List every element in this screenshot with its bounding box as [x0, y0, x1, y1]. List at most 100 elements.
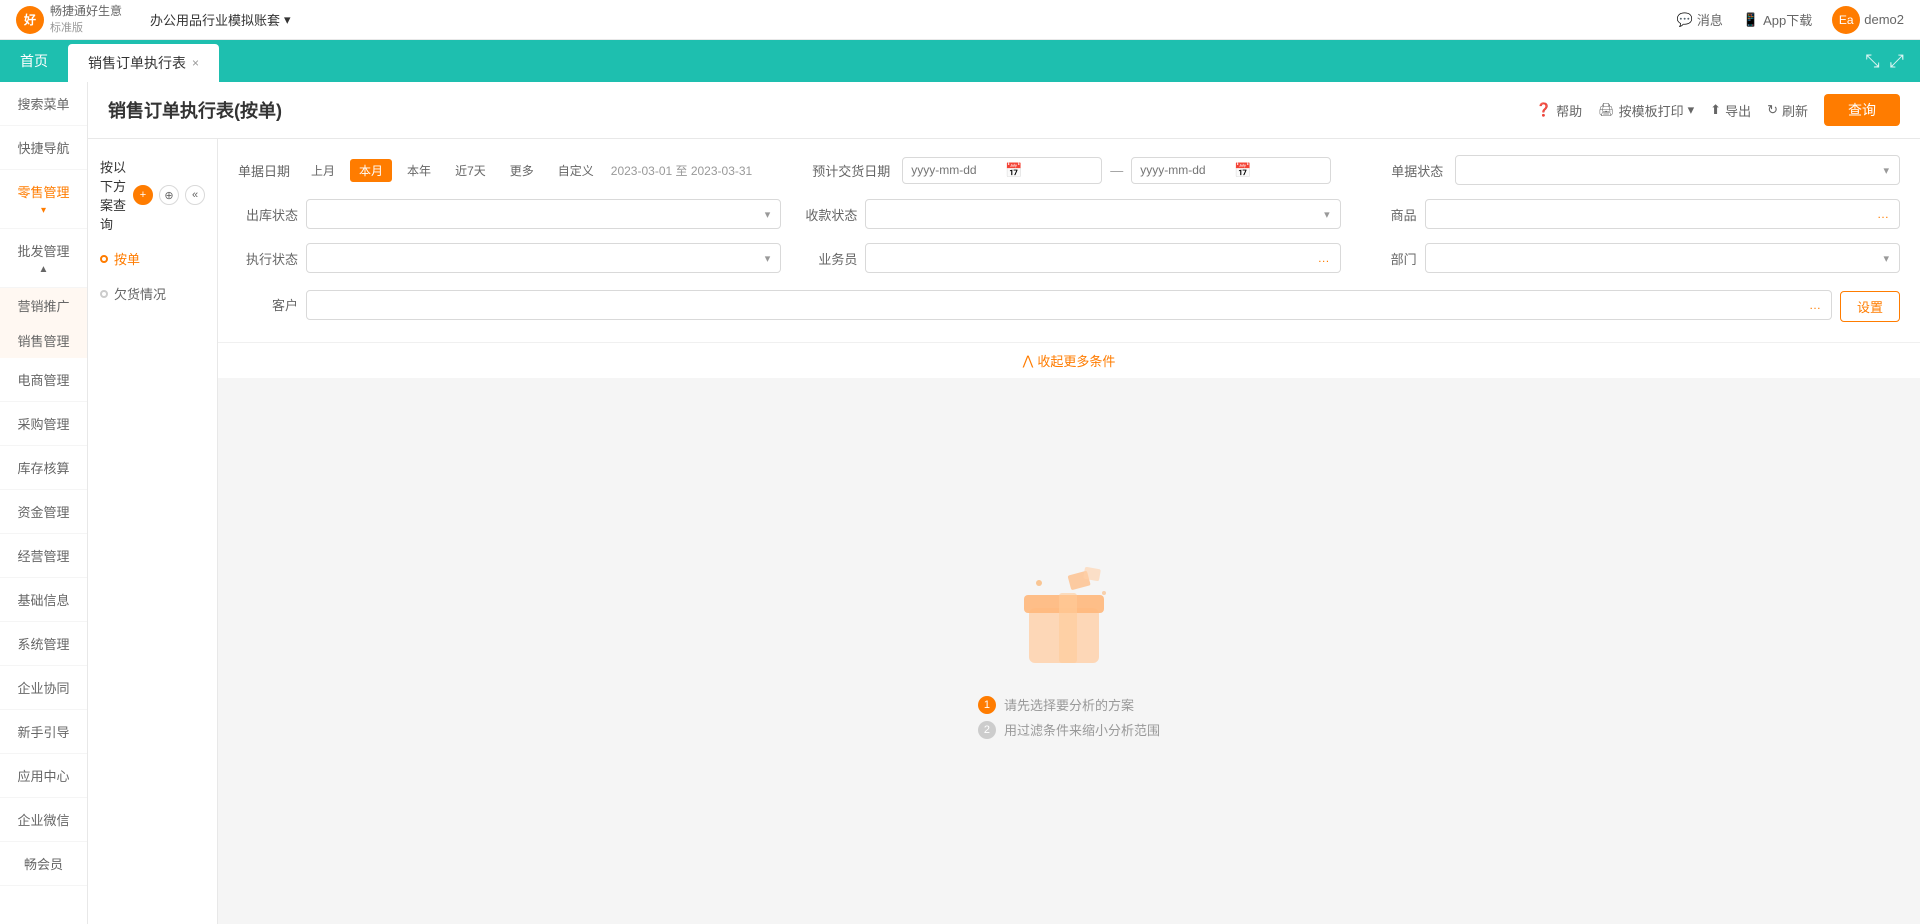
salesperson-more-icon[interactable]: … — [1318, 251, 1330, 265]
calendar-end-icon[interactable]: 📅 — [1234, 162, 1251, 179]
department-select[interactable]: ▾ — [1425, 243, 1900, 273]
calendar-start-icon[interactable]: 📅 — [1005, 162, 1022, 179]
inventory-label: 库存核算 — [0, 458, 87, 477]
template-print-label: 按模板打印 — [1619, 101, 1684, 120]
status-select[interactable]: ▾ — [1455, 155, 1900, 185]
outbound-select[interactable]: ▾ — [306, 199, 781, 229]
wholesale-label: 批发管理 — [0, 241, 87, 260]
left-plan-panel: 按以下方案查询 + ⊕ « 按单 欠货情况 — [88, 139, 218, 924]
tab-home[interactable]: 首页 — [0, 40, 68, 82]
sidebar-item-member[interactable]: 畅会员 — [0, 842, 87, 886]
sidebar-item-quick-nav[interactable]: 快捷导航 — [0, 126, 87, 170]
sidebar-item-apps[interactable]: 应用中心 — [0, 754, 87, 798]
page-title: 销售订单执行表(按单) — [108, 97, 282, 123]
enterprise-label: 企业协同 — [0, 678, 87, 697]
template-print-action[interactable]: 🖨 按模板打印 ▾ — [1598, 101, 1694, 120]
minimize-icon: ⤡ — [1865, 51, 1879, 72]
customer-label: 客户 — [238, 295, 298, 314]
date-label: 单据日期 — [238, 161, 290, 180]
filter-row-2: 出库状态 ▾ 收款状态 ▾ — [238, 199, 1900, 229]
goods-label: 商品 — [1357, 205, 1417, 224]
ecommerce-label: 电商管理 — [0, 370, 87, 389]
maximize-icon: ⤢ — [1890, 51, 1904, 72]
tab-close-icon[interactable]: × — [192, 56, 199, 70]
step-num-2: 2 — [978, 721, 996, 739]
sidebar-item-wechat[interactable]: 企业微信 — [0, 798, 87, 842]
expected-date-start[interactable]: 📅 — [902, 157, 1102, 184]
plan-icons: + ⊕ « — [133, 185, 205, 205]
plan-edit-btn[interactable]: ⊕ — [159, 185, 179, 205]
goods-more-icon[interactable]: … — [1877, 207, 1889, 221]
date-btn-current-month[interactable]: 本月 — [350, 159, 392, 182]
sidebar-item-guide[interactable]: 新手引导 — [0, 710, 87, 754]
sidebar-item-wholesale[interactable]: 批发管理 ▲ — [0, 229, 87, 288]
page-actions: ❓ 帮助 🖨 按模板打印 ▾ ⬆ 导出 ↻ 刷新 — [1536, 94, 1900, 126]
collection-select[interactable]: ▾ — [865, 199, 1340, 229]
date-start-input[interactable] — [911, 163, 1001, 177]
collection-chevron-icon: ▾ — [1324, 208, 1330, 221]
date-btn-year[interactable]: 本年 — [398, 159, 440, 182]
tab-active[interactable]: 销售订单执行表 × — [68, 44, 219, 82]
execution-filter: 执行状态 ▾ — [238, 243, 781, 273]
collapse-button[interactable]: ⋀ 收起更多条件 — [218, 342, 1920, 378]
date-filter-group: 单据日期 上月 本月 本年 近7天 更多 自定义 2023-03-01 至 20… — [238, 159, 752, 182]
sidebar-sub-item-sales[interactable]: 销售管理 — [0, 323, 87, 358]
set-button[interactable]: 设置 — [1840, 291, 1900, 322]
plan-item-0[interactable]: 按单 — [88, 241, 217, 276]
sidebar-item-retail[interactable]: 零售管理 ▾ — [0, 170, 87, 229]
empty-step-1: 1 请先选择要分析的方案 — [978, 695, 1160, 714]
salesperson-input[interactable]: … — [865, 243, 1340, 273]
sidebar-item-system[interactable]: 系统管理 — [0, 622, 87, 666]
plan-title-label: 按以下方案查询 — [100, 157, 133, 233]
sidebar-item-inventory[interactable]: 库存核算 — [0, 446, 87, 490]
logo-area: 好 畅捷通好生意 标准版 — [16, 4, 122, 36]
app-download-label: App下载 — [1763, 10, 1812, 29]
refresh-icon: ↻ — [1767, 102, 1778, 118]
sidebar-item-operations[interactable]: 经营管理 — [0, 534, 87, 578]
member-label: 畅会员 — [0, 854, 87, 873]
query-button[interactable]: 查询 — [1824, 94, 1900, 126]
sidebar-item-search[interactable]: 搜索菜单 — [0, 82, 87, 126]
execution-select[interactable]: ▾ — [306, 243, 781, 273]
expected-date-end[interactable]: 📅 — [1131, 157, 1331, 184]
sidebar: 搜索菜单 快捷导航 零售管理 ▾ 批发管理 ▲ 营销推广 销售管理 电商管理 采… — [0, 82, 88, 924]
sidebar-sub-item-marketing[interactable]: 营销推广 — [0, 288, 87, 323]
status-filter-group: 单据状态 ▾ — [1391, 155, 1900, 185]
customer-more-icon[interactable]: … — [1809, 298, 1821, 312]
filter-panel: 单据日期 上月 本月 本年 近7天 更多 自定义 2023-03-01 至 20… — [218, 139, 1920, 342]
sidebar-item-ecommerce[interactable]: 电商管理 — [0, 358, 87, 402]
basic-label: 基础信息 — [0, 590, 87, 609]
sidebar-item-basic[interactable]: 基础信息 — [0, 578, 87, 622]
date-btn-custom[interactable]: 自定义 — [549, 159, 603, 182]
date-btn-prev-month[interactable]: 上月 — [302, 159, 344, 182]
sidebar-item-enterprise[interactable]: 企业协同 — [0, 666, 87, 710]
goods-input[interactable]: … — [1425, 199, 1900, 229]
sidebar-item-finance[interactable]: 资金管理 — [0, 490, 87, 534]
sidebar-item-purchase[interactable]: 采购管理 — [0, 402, 87, 446]
user-action[interactable]: Ea demo2 — [1832, 6, 1904, 34]
department-chevron-icon: ▾ — [1883, 252, 1889, 265]
date-btn-7days[interactable]: 近7天 — [446, 159, 495, 182]
print-icon: 🖨 — [1598, 102, 1615, 118]
refresh-action[interactable]: ↻ 刷新 — [1767, 101, 1808, 120]
message-action[interactable]: 💬 消息 — [1677, 10, 1723, 29]
plan-add-btn[interactable]: + — [133, 185, 153, 205]
chevron-icon: ▾ — [41, 205, 46, 216]
customer-input[interactable]: … — [306, 290, 1832, 320]
top-bar-right: 💬 消息 📱 App下载 Ea demo2 — [1677, 6, 1904, 34]
plan-item-1[interactable]: 欠货情况 — [88, 276, 217, 311]
marketing-label: 营销推广 — [17, 299, 69, 314]
chevron-down-icon: ▾ — [284, 12, 291, 28]
tab-expand[interactable]: ⤡ ⤢ — [1865, 51, 1920, 72]
date-btn-more[interactable]: 更多 — [501, 159, 543, 182]
plan-collapse-btn[interactable]: « — [185, 185, 205, 205]
collapse-up-icon: ⋀ — [1023, 353, 1034, 369]
quick-nav-label: 快捷导航 — [0, 138, 87, 157]
help-action[interactable]: ❓ 帮助 — [1536, 101, 1582, 120]
app-selector[interactable]: 办公用品行业模拟账套 ▾ — [150, 10, 291, 29]
app-download-action[interactable]: 📱 App下载 — [1743, 10, 1812, 29]
export-action[interactable]: ⬆ 导出 — [1710, 101, 1751, 120]
top-bar-left: 好 畅捷通好生意 标准版 办公用品行业模拟账套 ▾ — [16, 4, 291, 36]
status-chevron-icon: ▾ — [1883, 164, 1889, 177]
date-end-input[interactable] — [1140, 163, 1230, 177]
